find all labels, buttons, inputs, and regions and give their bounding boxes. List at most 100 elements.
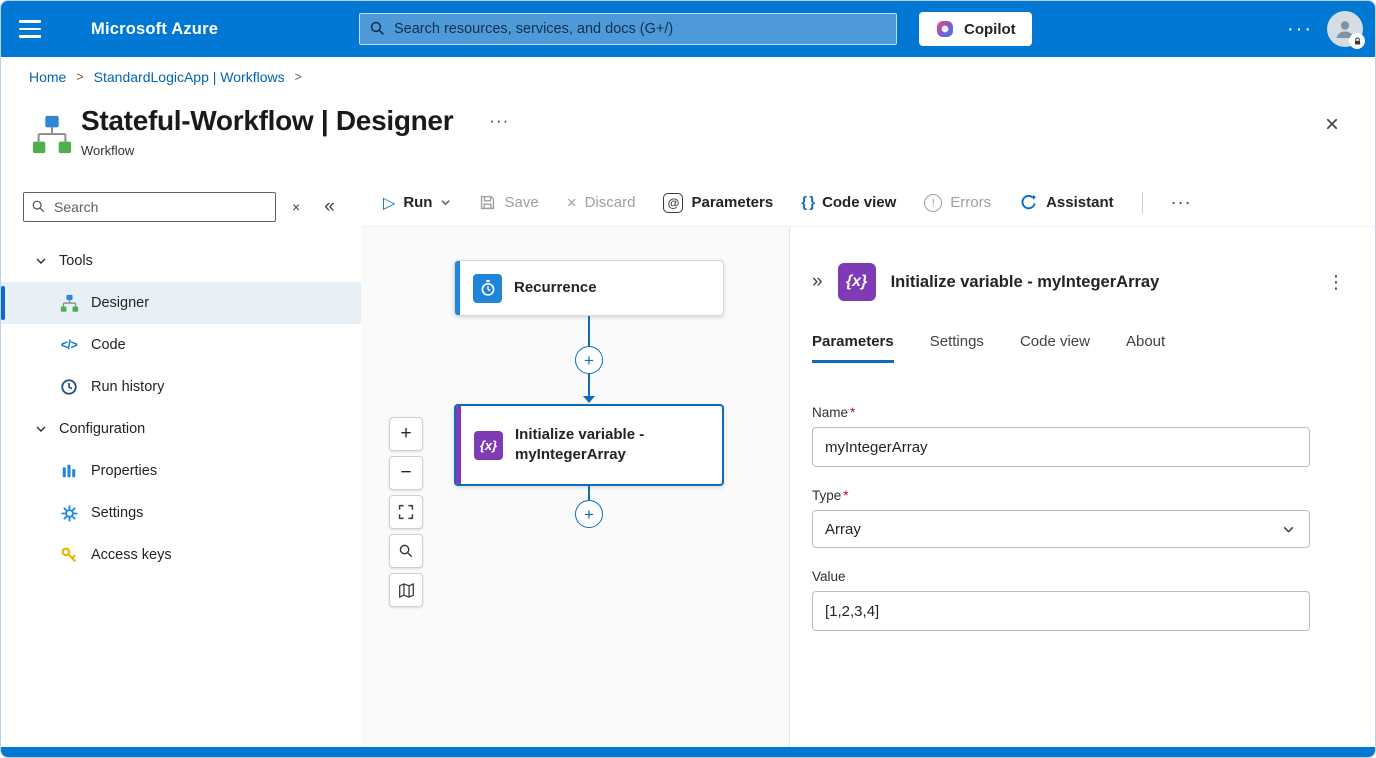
node-recurrence[interactable]: Recurrence (454, 260, 724, 316)
bar-chart-icon (59, 463, 79, 479)
gear-icon (59, 505, 79, 522)
discard-icon: × (567, 193, 577, 213)
toolbar-divider (1142, 192, 1143, 214)
tab-about[interactable]: About (1126, 333, 1165, 363)
sidebar-group-tools[interactable]: Tools (1, 240, 361, 282)
search-icon (31, 199, 46, 214)
lock-icon (1349, 33, 1365, 49)
global-search (359, 13, 897, 45)
chevron-down-icon (35, 423, 47, 435)
action-details-panel: » {x} Initialize variable - myIntegerArr… (789, 226, 1375, 747)
value-field-label: Value (812, 569, 1351, 584)
sidebar-item-code[interactable]: </> Code (1, 324, 361, 366)
account-avatar[interactable] (1327, 11, 1363, 47)
sidebar-search-input[interactable] (23, 192, 276, 222)
azure-portal-window: Microsoft Azure Copilot ··· Home > Stand… (0, 0, 1376, 758)
panel-more-menu[interactable]: ⋮ (1321, 272, 1351, 293)
expand-panel-button[interactable]: » (812, 271, 823, 293)
sidebar-item-properties[interactable]: Properties (1, 450, 361, 492)
save-button[interactable]: Save (479, 194, 538, 211)
fit-to-window-button[interactable] (389, 495, 423, 529)
name-field-label: Name* (812, 405, 1351, 420)
sidebar-tree: Tools Designer </> Code Run history (1, 240, 361, 576)
sidebar-item-settings[interactable]: Settings (1, 492, 361, 534)
hamburger-menu-icon[interactable] (19, 17, 45, 41)
canvas-zoom-toolbar: + − (389, 417, 423, 607)
breadcrumb: Home > StandardLogicApp | Workflows > (1, 57, 1375, 97)
chevron-down-icon (35, 255, 47, 267)
discard-button[interactable]: × Discard (567, 193, 636, 213)
variable-icon: {x} (474, 431, 503, 460)
node-accent (456, 406, 461, 484)
zoom-in-button[interactable]: + (389, 417, 423, 451)
tab-settings[interactable]: Settings (930, 333, 984, 363)
tab-parameters[interactable]: Parameters (812, 333, 894, 363)
connector-arrowhead (583, 396, 595, 403)
errors-button[interactable]: ! Errors (924, 194, 991, 212)
close-blade-button[interactable]: × (1325, 113, 1339, 137)
designer-canvas[interactable]: Recurrence + {x} Initialize variable - m… (361, 226, 789, 747)
copilot-label: Copilot (964, 21, 1016, 38)
type-dropdown[interactable]: Array (812, 510, 1310, 548)
toolbar-more-menu[interactable]: ··· (1171, 192, 1192, 213)
sidebar-group-configuration[interactable]: Configuration (1, 408, 361, 450)
sidebar-group-label: Configuration (59, 421, 145, 437)
connector-line (588, 486, 590, 501)
sidebar-item-label: Designer (91, 295, 149, 311)
panel-title: Initialize variable - myIntegerArray (891, 273, 1306, 292)
sidebar-item-label: Access keys (91, 547, 172, 563)
azure-top-bar: Microsoft Azure Copilot ··· (1, 1, 1375, 57)
sidebar-item-designer[interactable]: Designer (1, 282, 361, 324)
sidebar-item-label: Code (91, 337, 126, 353)
code-icon: </> (59, 338, 79, 352)
bottom-status-bar (1, 747, 1375, 757)
required-marker: * (843, 488, 848, 503)
run-button[interactable]: ▷ Run (383, 193, 451, 213)
error-icon: ! (924, 194, 942, 212)
value-field[interactable] (812, 591, 1310, 631)
sidebar-item-label: Run history (91, 379, 164, 395)
node-accent (455, 261, 460, 315)
global-search-input[interactable] (359, 13, 897, 45)
top-more-menu[interactable]: ··· (1287, 1, 1313, 57)
add-action-button[interactable]: + (575, 500, 603, 528)
panel-tabs: Parameters Settings Code view About (812, 333, 1351, 363)
tab-code-view[interactable]: Code view (1020, 333, 1090, 363)
clock-icon (59, 378, 79, 396)
node-title: Initialize variable - myIntegerArray (515, 425, 693, 466)
add-action-button[interactable]: + (575, 346, 603, 374)
connector-line (588, 374, 590, 396)
zoom-out-button[interactable]: − (389, 456, 423, 490)
sidebar-item-access-keys[interactable]: Access keys (1, 534, 361, 576)
collapse-sidebar-button[interactable]: « (324, 196, 335, 218)
minimap-button[interactable] (389, 573, 423, 607)
key-icon (59, 546, 79, 564)
breadcrumb-app-link[interactable]: StandardLogicApp | Workflows (94, 69, 285, 85)
node-initialize-variable[interactable]: {x} Initialize variable - myIntegerArray (454, 404, 724, 486)
sidebar-search (23, 192, 276, 222)
node-title: Recurrence (514, 278, 597, 298)
parameters-button[interactable]: @ Parameters (663, 193, 773, 213)
page-title: Stateful-Workflow | Designer (81, 101, 453, 141)
chevron-down-icon (440, 197, 451, 208)
breadcrumb-home-link[interactable]: Home (29, 69, 66, 85)
braces-icon: { } (801, 194, 814, 211)
azure-brand: Microsoft Azure (91, 1, 218, 57)
copilot-button[interactable]: Copilot (919, 12, 1032, 46)
clear-search-button[interactable]: × (292, 199, 300, 215)
workflow-mini-icon (59, 294, 79, 313)
search-icon (369, 20, 386, 37)
assistant-button[interactable]: Assistant (1019, 193, 1114, 212)
sidebar-item-label: Settings (91, 505, 143, 521)
code-view-button[interactable]: { } Code view (801, 194, 896, 211)
chevron-down-icon (1282, 523, 1295, 536)
page-subtitle: Workflow (81, 143, 509, 158)
sidebar-item-run-history[interactable]: Run history (1, 366, 361, 408)
type-dropdown-value: Array (825, 521, 861, 538)
sidebar-item-label: Properties (91, 463, 157, 479)
name-field[interactable] (812, 427, 1310, 467)
page-more-menu[interactable]: ··· (489, 111, 509, 131)
parameters-form: Name* Type* Array (812, 405, 1351, 631)
required-marker: * (850, 405, 855, 420)
canvas-search-button[interactable] (389, 534, 423, 568)
